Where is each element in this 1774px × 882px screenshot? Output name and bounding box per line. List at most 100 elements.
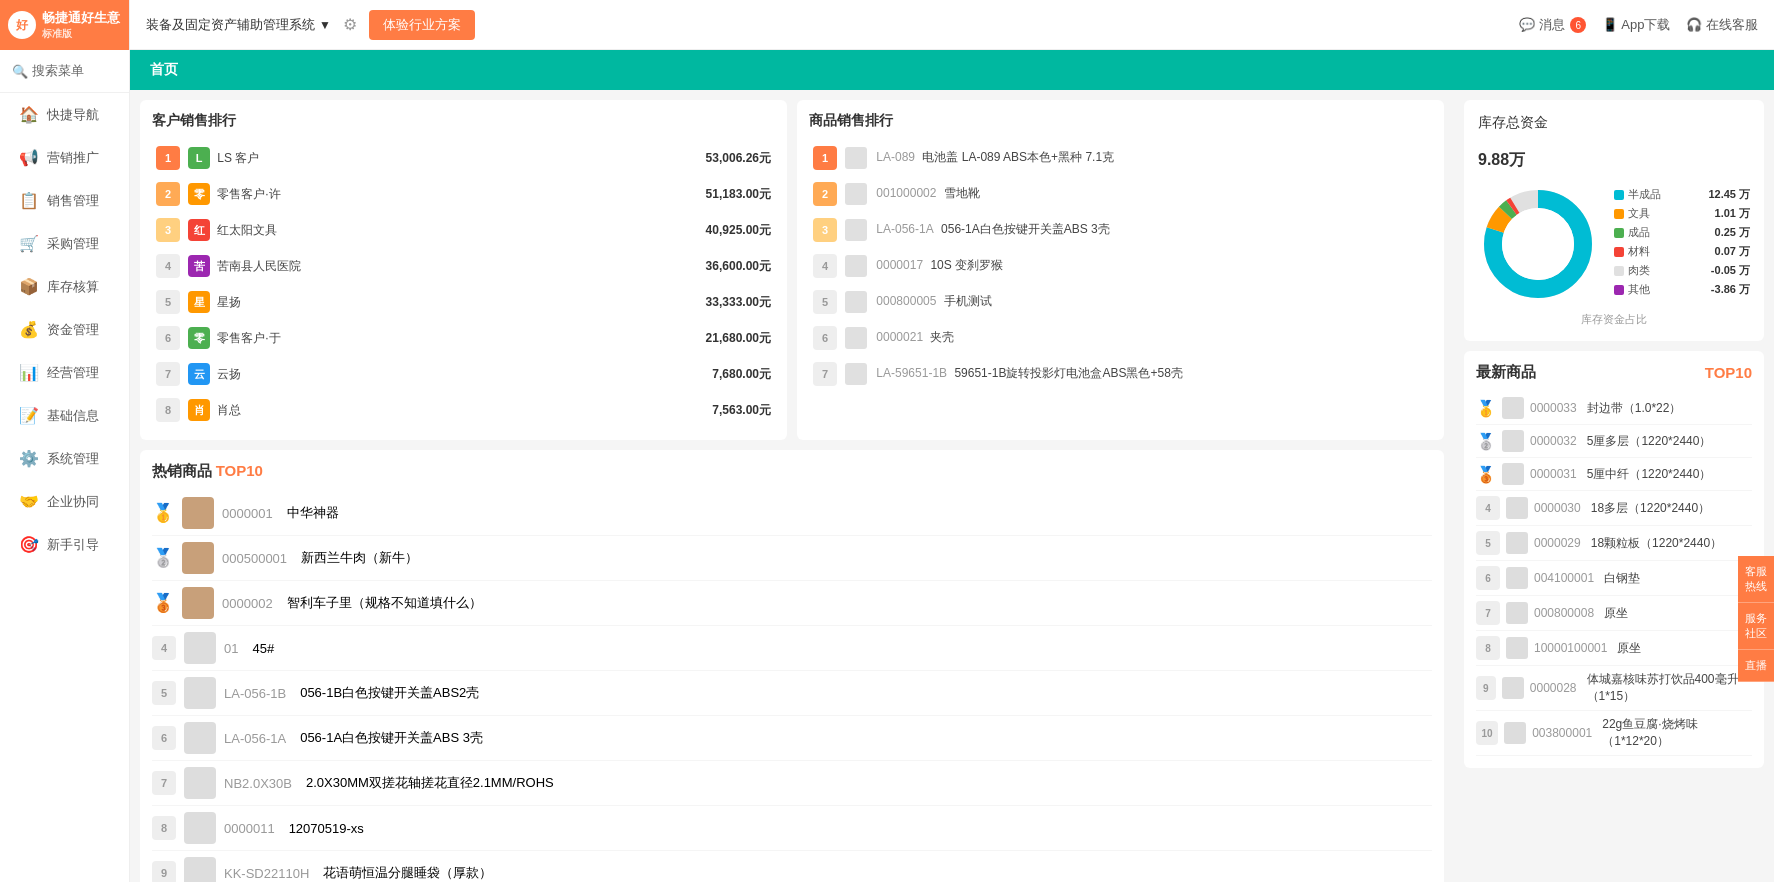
app-download-link[interactable]: 📱 App下载: [1602, 16, 1670, 34]
legend-label-text: 其他: [1628, 282, 1650, 297]
dropdown-chevron-icon: ▼: [319, 18, 331, 32]
product-name: 5厘中纤（1220*2440）: [1587, 466, 1712, 483]
avatar: 肖: [188, 399, 210, 421]
product-name: 原坐: [1617, 640, 1641, 657]
rank-number: 5: [1476, 531, 1500, 555]
product-image: [1506, 637, 1528, 659]
table-row: 4 苦 苦南县人民医院 36,600.00元: [152, 248, 775, 284]
list-item: 6 004100001 白钢垫: [1476, 561, 1752, 596]
hot-products-title: 热销商品: [152, 462, 212, 479]
product-code: LA-056-1A: [876, 222, 933, 236]
amount: 7,680.00元: [552, 356, 775, 392]
product-code: 0000011: [224, 821, 275, 836]
search-menu-button[interactable]: 🔍 搜索菜单: [8, 58, 121, 84]
trial-plan-button[interactable]: 体验行业方案: [369, 10, 475, 40]
sidebar-item-label: 库存核算: [47, 278, 99, 296]
message-area[interactable]: 💬 消息 6: [1519, 16, 1586, 34]
float-btn-community[interactable]: 服务社区: [1738, 603, 1774, 650]
system-title-dropdown[interactable]: 装备及固定资产辅助管理系统 ▼: [146, 16, 331, 34]
product-img: [845, 363, 867, 385]
list-item: 6 LA-056-1A 056-1A白色按键开关盖ABS 3壳: [152, 716, 1432, 761]
sidebar: 好 畅捷通好生意 标准版 🔍 搜索菜单 🏠 快捷导航 📢 营销推广 📋 销售管理…: [0, 0, 130, 882]
rank-number: 7: [152, 771, 176, 795]
table-row: 6 零 零售客户·于 21,680.00元: [152, 320, 775, 356]
table-row: 2 零 零售客户·许 51,183.00元: [152, 176, 775, 212]
donut-svg: [1478, 184, 1598, 304]
rank-number: 6: [1476, 566, 1500, 590]
list-item: 🥉 0000002 智利车子里（规格不知道填什么）: [152, 581, 1432, 626]
search-icon: 🔍: [12, 64, 28, 79]
customer-name: 红太阳文具: [217, 223, 277, 237]
search-area[interactable]: 🔍 搜索菜单: [0, 50, 129, 93]
medal-silver-icon: 🥈: [152, 547, 174, 569]
product-name: 新西兰牛肉（新牛）: [301, 549, 418, 567]
sidebar-item-finance[interactable]: 💰 资金管理: [0, 308, 129, 351]
system-title-text: 装备及固定资产辅助管理系统: [146, 16, 315, 34]
product-image: [182, 542, 214, 574]
sidebar-item-purchase[interactable]: 🛒 采购管理: [0, 222, 129, 265]
list-item: 🥇 0000001 中华神器: [152, 491, 1432, 536]
product-name: 056-1A白色按键开关盖ABS 3壳: [941, 222, 1110, 236]
sidebar-item-basic-info[interactable]: 📝 基础信息: [0, 394, 129, 437]
app-subtitle: 标准版: [42, 27, 120, 41]
legend-value-text: 1.01 万: [1715, 206, 1750, 221]
svg-point-5: [1502, 208, 1574, 280]
product-code: 0000032: [1530, 434, 1577, 448]
sidebar-item-system[interactable]: ⚙️ 系统管理: [0, 437, 129, 480]
medal-gold-icon: 🥇: [1476, 399, 1496, 418]
topbar: 装备及固定资产辅助管理系统 ▼ ⚙ 体验行业方案 💬 消息 6 📱 App下载 …: [130, 0, 1774, 50]
table-row: 5 星 星扬 33,333.00元: [152, 284, 775, 320]
rank-number: 4: [156, 254, 180, 278]
sidebar-item-guide[interactable]: 🎯 新手引导: [0, 523, 129, 566]
product-code: 0000002: [222, 596, 273, 611]
sidebar-item-marketing[interactable]: 📢 营销推广: [0, 136, 129, 179]
settings-icon[interactable]: ⚙: [343, 15, 357, 34]
sidebar-item-sales[interactable]: 📋 销售管理: [0, 179, 129, 222]
rank-number: 8: [1476, 636, 1500, 660]
product-name: 花语萌恒温分腿睡袋（厚款）: [323, 864, 492, 882]
message-label: 消息: [1539, 17, 1565, 32]
table-row: 4 0000017 10S 变刹罗猴: [809, 248, 1432, 284]
online-service-link[interactable]: 🎧 在线客服: [1686, 16, 1758, 34]
sidebar-item-inventory[interactable]: 📦 库存核算: [0, 265, 129, 308]
legend-label-text: 文具: [1628, 206, 1650, 221]
rank-number: 2: [813, 182, 837, 206]
tab-home[interactable]: 首页: [130, 50, 198, 90]
product-code: 000500001: [222, 551, 287, 566]
rank-number: 6: [813, 326, 837, 350]
product-name: 5厘多层（1220*2440）: [1587, 433, 1712, 450]
rank-number: 4: [152, 636, 176, 660]
sidebar-item-management[interactable]: 📊 经营管理: [0, 351, 129, 394]
legend-label-text: 半成品: [1628, 187, 1661, 202]
new-products-header: 最新商品 TOP10: [1476, 363, 1752, 382]
goods-ranking-title: 商品销售排行: [809, 112, 1432, 130]
rank-number: 7: [1476, 601, 1500, 625]
list-item: 9 KK-SD22110H 花语萌恒温分腿睡袋（厚款）: [152, 851, 1432, 882]
legend-color-dot: [1614, 247, 1624, 257]
customer-ranking-card: 客户销售排行 1 L LS 客户 53,006.26元 2 零 零售客户·许 5…: [140, 100, 787, 440]
rank-number: 6: [156, 326, 180, 350]
sidebar-item-quick-nav[interactable]: 🏠 快捷导航: [0, 93, 129, 136]
sidebar-item-collab[interactable]: 🤝 企业协同: [0, 480, 129, 523]
hot-products-list: 🥇 0000001 中华神器 🥈 000500001 新西兰牛肉（新牛） 🥉 0…: [152, 491, 1432, 882]
inventory-icon: 📦: [19, 277, 39, 296]
product-img: [845, 291, 867, 313]
list-item: 🥈 000500001 新西兰牛肉（新牛）: [152, 536, 1432, 581]
management-icon: 📊: [19, 363, 39, 382]
product-image: [184, 632, 216, 664]
legend-item: 成品 0.25 万: [1614, 225, 1750, 240]
product-code: 001000002: [876, 186, 936, 200]
list-item: 5 0000029 18颗粒板（1220*2440）: [1476, 526, 1752, 561]
hot-products-header: 热销商品 TOP10: [152, 462, 1432, 481]
sidebar-item-label: 基础信息: [47, 407, 99, 425]
product-name: 18颗粒板（1220*2440）: [1591, 535, 1722, 552]
product-image: [184, 812, 216, 844]
purchase-icon: 🛒: [19, 234, 39, 253]
guide-icon: 🎯: [19, 535, 39, 554]
product-code: LA-056-1B: [224, 686, 286, 701]
float-btn-service[interactable]: 客服热线: [1738, 556, 1774, 603]
table-row: 2 001000002 雪地靴: [809, 176, 1432, 212]
list-item: 7 000800008 原坐: [1476, 596, 1752, 631]
rank-number: 1: [813, 146, 837, 170]
float-btn-live[interactable]: 直播: [1738, 650, 1774, 682]
